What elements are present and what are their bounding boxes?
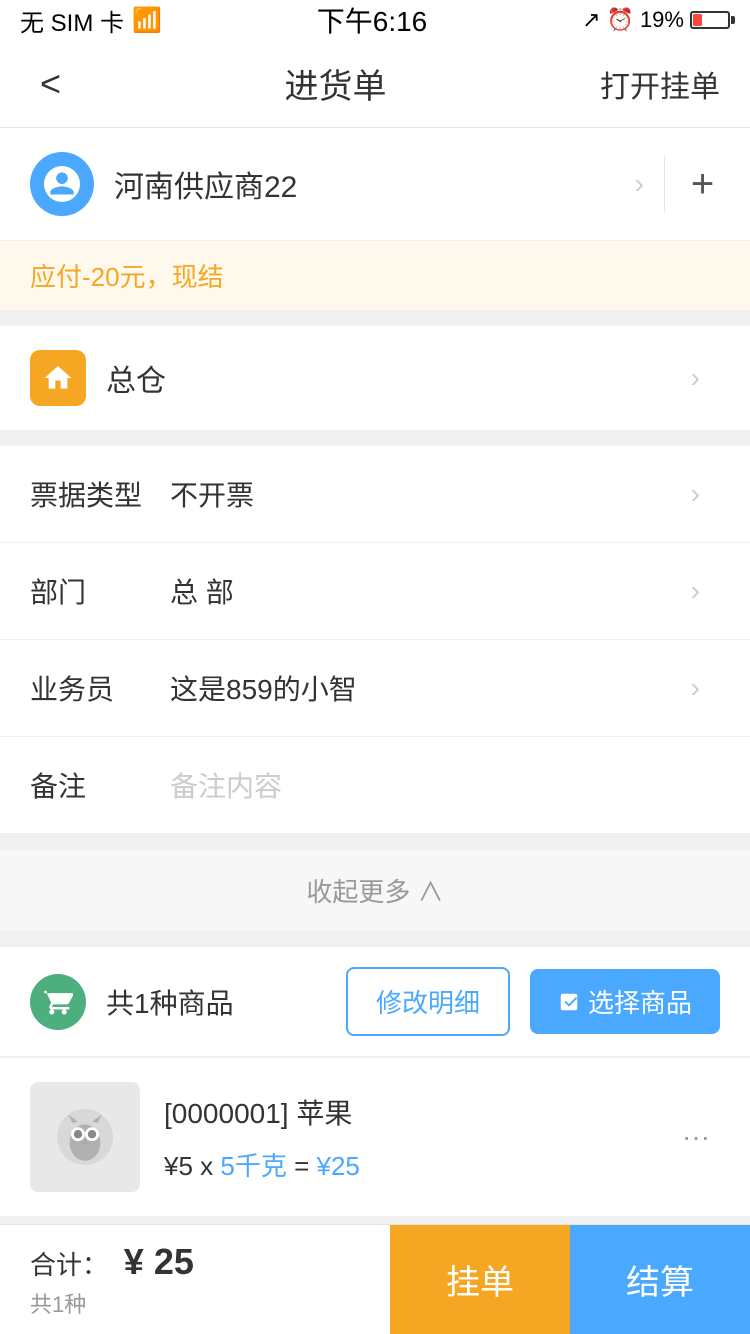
cart-icon	[43, 987, 73, 1017]
battery-icon	[690, 11, 730, 29]
total-label: 合计：	[30, 1250, 108, 1280]
invoice-type-label: 票据类型	[30, 474, 170, 514]
collapse-row[interactable]: 收起更多 ∧	[0, 850, 750, 931]
price-equals: =	[294, 1151, 316, 1181]
open-hang-button[interactable]: 打开挂单	[600, 62, 720, 106]
add-supplier-button[interactable]: +	[664, 156, 720, 212]
user-icon	[48, 170, 76, 198]
warehouse-icon	[30, 350, 86, 406]
department-chevron-icon: ›	[691, 575, 700, 607]
form-section: 票据类型 不开票 › 部门 总 部 › 业务员 这是859的小智 › 备注 备注…	[0, 446, 750, 834]
status-left: 无 SIM 卡 📶	[20, 3, 162, 38]
total-amount: ¥ 25	[124, 1241, 194, 1282]
wifi-icon: 📶	[132, 6, 162, 35]
nav-bar: < 进货单 打开挂单	[0, 40, 750, 128]
footer: 合计： ¥ 25 共1种 挂单 结算	[0, 1224, 750, 1334]
price-unit: ¥5	[164, 1151, 193, 1181]
page-title: 进货单	[285, 59, 387, 108]
warehouse-name: 总仓	[106, 356, 691, 400]
product-image-placeholder	[50, 1102, 120, 1172]
salesperson-chevron-icon: ›	[691, 672, 700, 704]
product-count-icon	[30, 974, 86, 1030]
status-right: ↗ ⏰ 19%	[582, 7, 730, 33]
remark-row[interactable]: 备注 备注内容	[0, 737, 750, 834]
product-id: [0000001]	[164, 1098, 289, 1129]
product-count-text: 共1种商品	[106, 982, 326, 1022]
department-label: 部门	[30, 571, 170, 611]
supplier-notice: 应付-20元，现结	[0, 241, 750, 310]
checkout-button[interactable]: 结算	[570, 1225, 750, 1334]
total-count: 共1种	[30, 1287, 360, 1319]
product-name: [0000001] 苹果	[164, 1092, 672, 1132]
select-icon	[558, 991, 580, 1013]
department-row[interactable]: 部门 总 部 ›	[0, 543, 750, 640]
price-total: ¥25	[317, 1151, 360, 1181]
status-time: 下午6:16	[317, 0, 428, 40]
salesperson-row[interactable]: 业务员 这是859的小智 ›	[0, 640, 750, 737]
product-item: [0000001] 苹果 ¥5 x 5千克 = ¥25 ···	[0, 1058, 750, 1216]
battery-text: 19%	[640, 7, 684, 33]
product-header: 共1种商品 修改明细 选择商品	[0, 947, 750, 1056]
collapse-label: 收起更多 ∧	[306, 872, 443, 909]
hang-button[interactable]: 挂单	[390, 1225, 570, 1334]
carrier-label: 无 SIM 卡	[20, 3, 124, 38]
salesperson-label: 业务员	[30, 668, 170, 708]
warehouse-chevron-icon: ›	[691, 362, 700, 394]
avatar-inner	[44, 166, 80, 202]
supplier-section: 河南供应商22 › + 应付-20元，现结	[0, 128, 750, 310]
supplier-name: 河南供应商22	[114, 162, 635, 206]
price-qty: 5千克	[220, 1151, 286, 1181]
supplier-row[interactable]: 河南供应商22 › +	[0, 128, 750, 241]
remark-label: 备注	[30, 765, 170, 805]
price-multiply: x	[200, 1151, 220, 1181]
chevron-right-icon: ›	[635, 168, 644, 200]
salesperson-value: 这是859的小智	[170, 668, 691, 708]
status-bar: 无 SIM 卡 📶 下午6:16 ↗ ⏰ 19%	[0, 0, 750, 40]
invoice-type-value: 不开票	[170, 474, 691, 514]
product-apple: 苹果	[296, 1098, 352, 1129]
product-price: ¥5 x 5千克 = ¥25	[164, 1146, 672, 1183]
back-button[interactable]: <	[30, 53, 71, 115]
location-icon: ↗	[582, 7, 600, 33]
select-product-button[interactable]: 选择商品	[530, 969, 720, 1034]
invoice-type-row[interactable]: 票据类型 不开票 ›	[0, 446, 750, 543]
alarm-icon: ⏰	[607, 7, 634, 33]
warehouse-section[interactable]: 总仓 ›	[0, 326, 750, 430]
product-thumbnail	[30, 1082, 140, 1192]
invoice-chevron-icon: ›	[691, 478, 700, 510]
product-info: [0000001] 苹果 ¥5 x 5千克 = ¥25	[164, 1092, 672, 1183]
modify-detail-button[interactable]: 修改明细	[346, 967, 510, 1036]
department-value: 总 部	[170, 571, 691, 611]
select-product-label: 选择商品	[588, 983, 692, 1020]
footer-total: 合计： ¥ 25 共1种	[0, 1241, 390, 1319]
supplier-avatar	[30, 152, 94, 216]
home-icon	[42, 362, 74, 394]
product-more-button[interactable]: ···	[672, 1111, 720, 1163]
remark-placeholder: 备注内容	[170, 765, 720, 805]
